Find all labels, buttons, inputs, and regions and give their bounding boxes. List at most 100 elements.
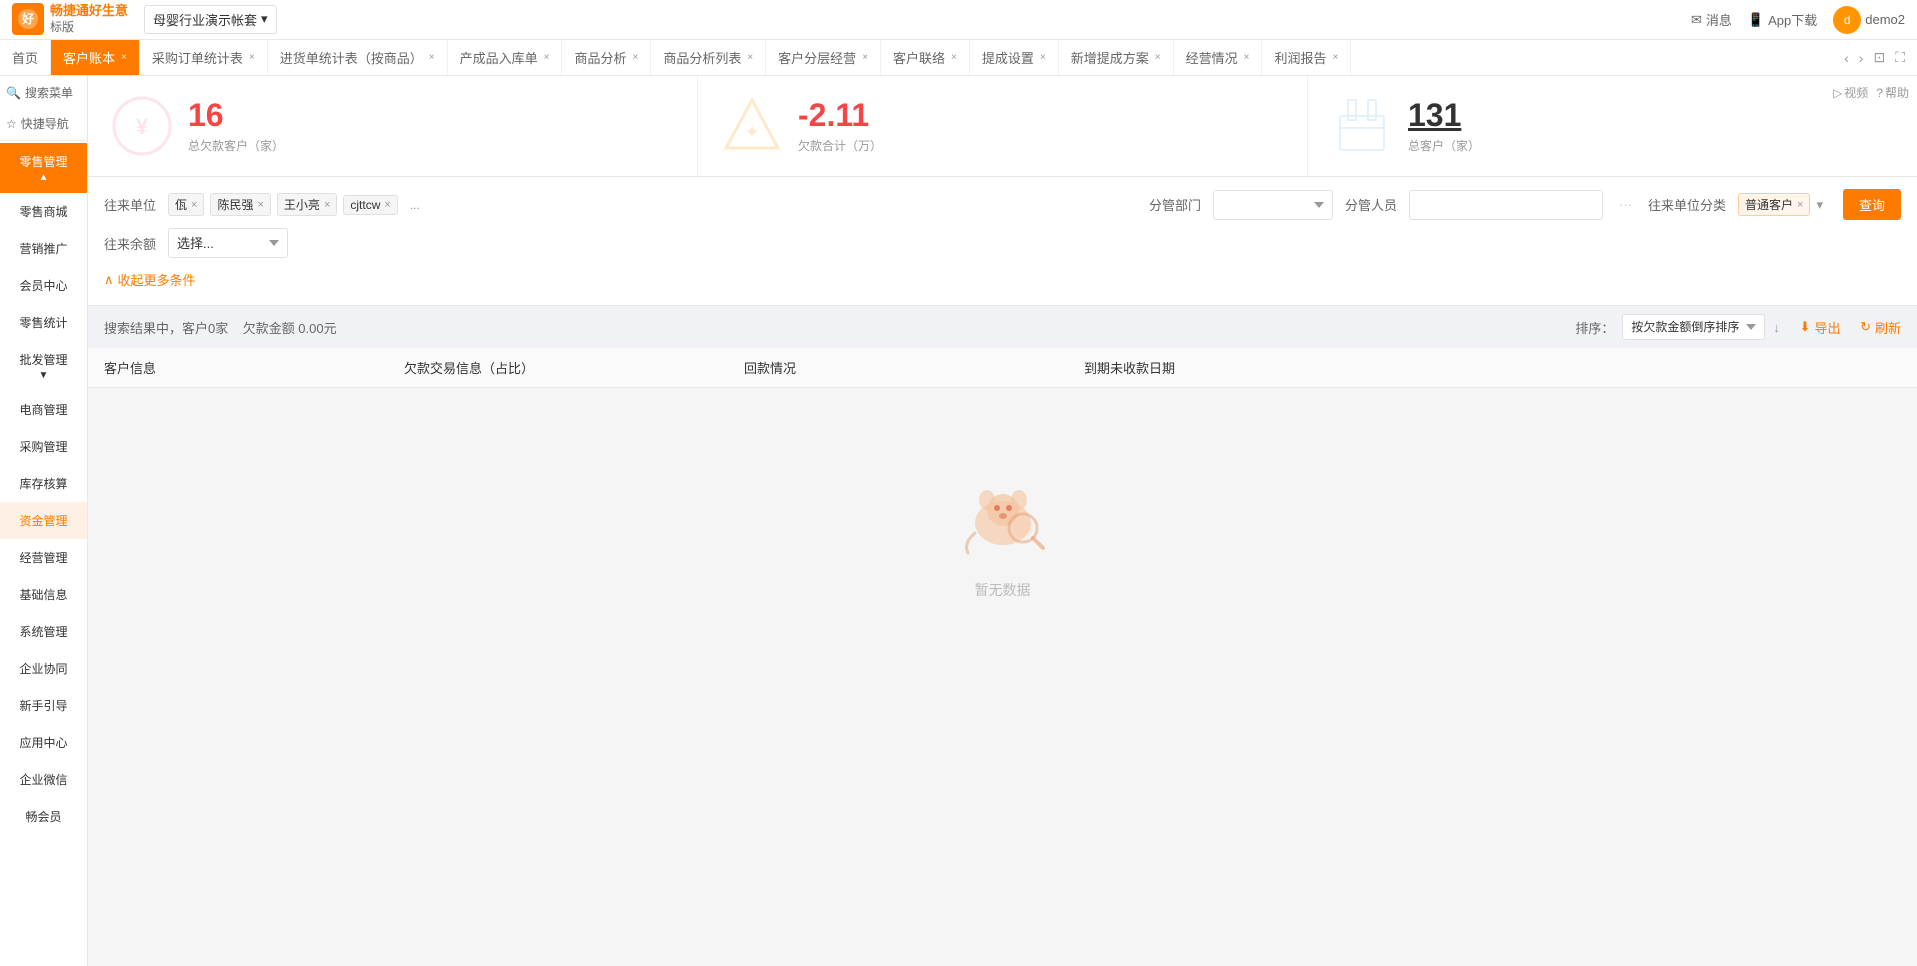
tag-normal-customer[interactable]: 普通客户 ×: [1738, 193, 1810, 216]
sidebar-item-finance[interactable]: 资金管理: [0, 502, 87, 539]
sidebar-item-basic-info[interactable]: 基础信息: [0, 576, 87, 613]
col-header-payment: 回款情况: [744, 358, 1084, 377]
stat-help-buttons: ▷ 视频 ? 帮助: [1833, 84, 1909, 101]
refresh-button[interactable]: ↻ 刷新: [1860, 318, 1901, 337]
sidebar-item-newcomer[interactable]: 新手引导: [0, 687, 87, 724]
help-button[interactable]: ? 帮助: [1876, 84, 1909, 101]
close-tab-11[interactable]: ×: [1332, 52, 1338, 63]
tab-0[interactable]: 客户账本 ×: [51, 40, 140, 76]
export-button[interactable]: ⬇ 导出: [1800, 318, 1841, 337]
sidebar-item-retail-mall[interactable]: 零售商城: [0, 193, 87, 230]
filter-input-manager[interactable]: [1409, 190, 1603, 220]
tag-close-normal[interactable]: ×: [1797, 199, 1803, 211]
close-tab-6[interactable]: ×: [862, 52, 868, 63]
tag-close-wang[interactable]: ×: [324, 199, 330, 211]
video-help-button[interactable]: ▷ 视频: [1833, 84, 1868, 101]
close-tab-0[interactable]: ×: [121, 52, 127, 63]
tag-close-chen[interactable]: ×: [257, 199, 263, 211]
stats-row: ¥ 16 总欠款客户（家） ✦ -2.11 欠款合计（万）: [88, 76, 1917, 177]
account-selector[interactable]: 母婴行业演示帐套 ▾: [144, 5, 277, 34]
chevron-down-icon: ▾: [261, 11, 268, 27]
sidebar-quick-nav[interactable]: ☆ 快捷导航: [0, 109, 87, 138]
tab-2[interactable]: 进货单统计表（按商品） ×: [268, 40, 448, 76]
logo-icon: 好: [12, 3, 44, 35]
close-tab-2[interactable]: ×: [429, 52, 435, 63]
stat-label-debt: 欠款合计（万）: [798, 137, 1283, 154]
sidebar-item-member-center[interactable]: 会员中心: [0, 267, 87, 304]
close-tab-5[interactable]: ×: [747, 52, 753, 63]
close-tab-1[interactable]: ×: [249, 52, 255, 63]
sort-arrow-icon: ↓: [1773, 320, 1780, 335]
sidebar-item-enterprise-collab[interactable]: 企业协同: [0, 650, 87, 687]
sidebar-item-app-center[interactable]: 应用中心: [0, 724, 87, 761]
export-icon: ⬇: [1800, 319, 1811, 335]
tab-3[interactable]: 产成品入库单 ×: [448, 40, 563, 76]
tag-wa[interactable]: 佤 ×: [168, 193, 204, 216]
close-tab-4[interactable]: ×: [632, 52, 638, 63]
filter-row-2: 往来余额 选择...: [104, 228, 1901, 258]
sidebar-item-wechat[interactable]: 企业微信: [0, 761, 87, 798]
customers-icon: ¥: [112, 96, 172, 156]
sidebar-item-operations[interactable]: 经营管理: [0, 539, 87, 576]
collapse-button[interactable]: ∧ 收起更多条件: [104, 266, 1901, 293]
tab-5[interactable]: 商品分析列表 ×: [651, 40, 766, 76]
close-tab-10[interactable]: ×: [1244, 52, 1250, 63]
filter-label-balance: 往来余额: [104, 234, 156, 253]
svg-text:¥: ¥: [136, 114, 149, 139]
sidebar-item-inventory[interactable]: 库存核算: [0, 465, 87, 502]
table-header: 客户信息 欠款交易信息（占比） 回款情况 到期未收款日期: [88, 348, 1917, 388]
tab-expand-button[interactable]: ⛶: [1891, 47, 1909, 68]
stat-value-debt: -2.11: [798, 98, 1283, 133]
sidebar-item-retail-stats[interactable]: 零售统计: [0, 304, 87, 341]
close-tab-8[interactable]: ×: [1040, 52, 1046, 63]
sidebar-item-system[interactable]: 系统管理: [0, 613, 87, 650]
filter-select-balance[interactable]: 选择...: [168, 228, 288, 258]
expand-arrow-icon: ▲: [39, 172, 49, 183]
tag-more[interactable]: ...: [404, 196, 426, 214]
col-header-date: 到期未收款日期: [1084, 358, 1901, 377]
tab-7[interactable]: 客户联络 ×: [881, 40, 970, 76]
close-tab-3[interactable]: ×: [544, 52, 550, 63]
stat-content-customers: 16 总欠款客户（家）: [188, 98, 673, 154]
user-area[interactable]: d demo2: [1833, 6, 1905, 34]
sort-label: 排序：: [1575, 318, 1614, 337]
empty-illustration: [943, 468, 1063, 568]
sidebar-item-wholesale[interactable]: 批发管理 ▼: [0, 341, 87, 391]
sidebar-search[interactable]: 🔍 搜索菜单: [0, 76, 87, 109]
tab-4[interactable]: 商品分析 ×: [562, 40, 651, 76]
sidebar-item-purchase[interactable]: 采购管理: [0, 428, 87, 465]
tab-8[interactable]: 提成设置 ×: [970, 40, 1059, 76]
sidebar-item-marketing[interactable]: 营销推广: [0, 230, 87, 267]
message-button[interactable]: ✉ 消息: [1691, 10, 1732, 29]
tab-9[interactable]: 新增提成方案 ×: [1059, 40, 1174, 76]
close-tab-7[interactable]: ×: [951, 52, 957, 63]
tag-wangxiaoliang[interactable]: 王小亮 ×: [277, 193, 337, 216]
filter-tags-category: 普通客户 × ▾: [1738, 193, 1823, 216]
tag-chenminqiang[interactable]: 陈民强 ×: [210, 193, 270, 216]
filter-select-dept[interactable]: [1213, 190, 1333, 220]
tab-6[interactable]: 客户分层经营 ×: [766, 40, 881, 76]
tab-1[interactable]: 采购订单统计表 ×: [140, 40, 268, 76]
svg-text:✦: ✦: [744, 122, 759, 142]
app-download-button[interactable]: 📱 App下载: [1748, 10, 1817, 29]
tab-prev-button[interactable]: ‹: [1840, 48, 1853, 68]
sort-select[interactable]: 按欠款金额倒序排序: [1622, 314, 1765, 340]
tag-cjttcw[interactable]: cjttcw ×: [343, 195, 397, 215]
stat-value-customers: 16: [188, 98, 673, 133]
collapse-icon: ∧: [104, 272, 114, 288]
tab-11[interactable]: 利润报告 ×: [1262, 40, 1351, 76]
sidebar-item-member[interactable]: 畅会员: [0, 798, 87, 835]
query-button[interactable]: 查询: [1843, 189, 1901, 220]
close-tab-9[interactable]: ×: [1155, 52, 1161, 63]
tag-close-cjttcw[interactable]: ×: [384, 199, 390, 211]
tab-home[interactable]: 首页: [0, 40, 51, 76]
tag-close-wa[interactable]: ×: [191, 199, 197, 211]
sidebar-item-retail-management[interactable]: 零售管理 ▲: [0, 143, 87, 193]
sidebar-item-ecommerce[interactable]: 电商管理: [0, 391, 87, 428]
chevron-down-category-icon: ▾: [1816, 197, 1823, 213]
tab-10[interactable]: 经营情况 ×: [1174, 40, 1263, 76]
tab-next-button[interactable]: ›: [1855, 48, 1868, 68]
tab-restore-button[interactable]: ⊡: [1869, 47, 1889, 68]
stat-content-total: 131 总客户（家）: [1408, 98, 1893, 154]
download-icon: 📱: [1748, 12, 1764, 28]
